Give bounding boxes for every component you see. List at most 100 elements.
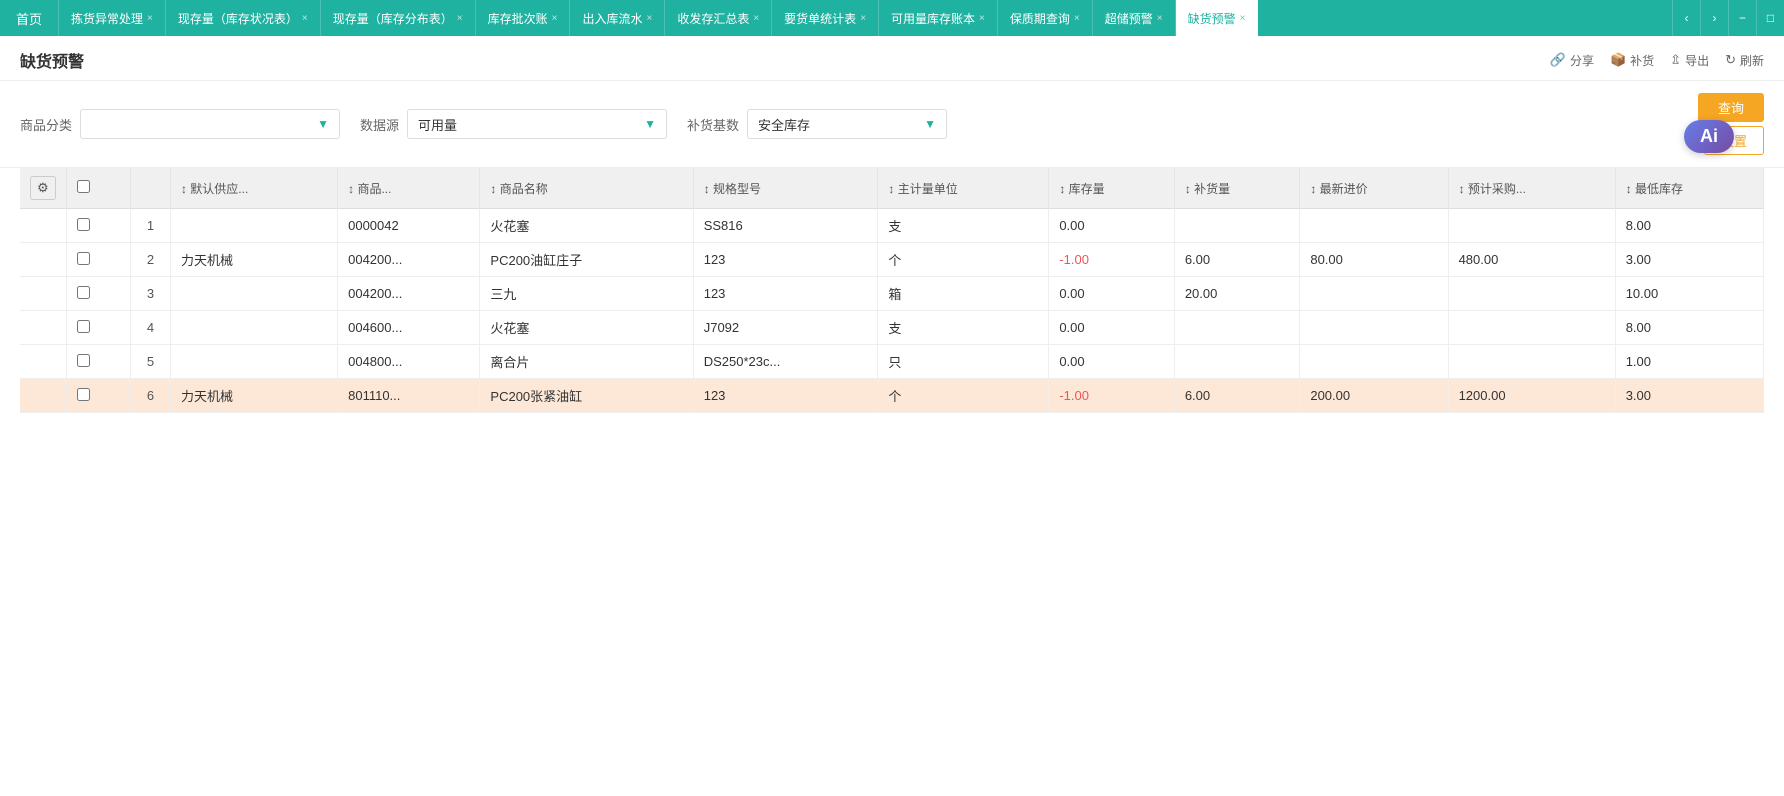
- col-spec-model: ↕ 规格型号: [693, 168, 878, 209]
- filter-data-source: 数据源 可用量 ▼: [360, 109, 667, 139]
- tab-8-close[interactable]: ×: [979, 13, 985, 24]
- tab-next-btn[interactable]: ›: [1700, 0, 1728, 36]
- row-num: 4: [130, 311, 170, 345]
- row-checkbox[interactable]: [77, 354, 90, 367]
- tab-7[interactable]: 要货单统计表 ×: [772, 0, 879, 36]
- data-table: ⚙ ↕ 默认供应... ↕ 商品... ↕ 商品名称: [20, 168, 1764, 413]
- tab-bar: 首页 拣货异常处理 × 现存量（库存状况表） × 现存量（库存分布表） × 库存…: [0, 0, 1784, 36]
- col-product-code: ↕ 商品...: [338, 168, 480, 209]
- tab-4-close[interactable]: ×: [552, 13, 558, 24]
- filter-product-category: 商品分类 ▼: [20, 109, 340, 139]
- query-button[interactable]: 查询: [1698, 93, 1764, 122]
- tab-1-close[interactable]: ×: [147, 13, 153, 24]
- row-est-purchase: 480.00: [1448, 243, 1615, 277]
- row-default-supplier: [170, 345, 337, 379]
- row-min-stock: 8.00: [1615, 311, 1763, 345]
- row-latest-price: [1300, 277, 1448, 311]
- tab-3[interactable]: 现存量（库存分布表） ×: [321, 0, 476, 36]
- supplement-button[interactable]: 📦 补货: [1610, 52, 1654, 69]
- col-supplement-qty: ↕ 补货量: [1174, 168, 1300, 209]
- tab-home[interactable]: 首页: [0, 0, 59, 36]
- row-unit: 支: [878, 311, 1049, 345]
- export-button[interactable]: ⇫ 导出: [1670, 52, 1709, 69]
- row-checkbox[interactable]: [77, 320, 90, 333]
- row-product-name: PC200张紧油缸: [480, 379, 693, 413]
- row-stock-qty: 0.00: [1049, 311, 1175, 345]
- col-est-purchase: ↕ 预计采购...: [1448, 168, 1615, 209]
- tab-11-close[interactable]: ×: [1240, 13, 1246, 24]
- row-latest-price: 200.00: [1300, 379, 1448, 413]
- share-icon: 🔗: [1550, 52, 1566, 68]
- row-supplement-qty: [1174, 311, 1300, 345]
- tab-1[interactable]: 拣货异常处理 ×: [59, 0, 166, 36]
- row-latest-price: 80.00: [1300, 243, 1448, 277]
- row-est-purchase: [1448, 345, 1615, 379]
- tab-3-close[interactable]: ×: [457, 13, 463, 24]
- row-min-stock: 1.00: [1615, 345, 1763, 379]
- tab-5[interactable]: 出入库流水 ×: [570, 0, 665, 36]
- row-product-code: 004200...: [338, 243, 480, 277]
- page-content: 缺货预警 🔗 分享 📦 补货 ⇫ 导出 ↻ 刷新 商品分类: [0, 36, 1784, 796]
- product-category-label: 商品分类: [20, 115, 72, 134]
- row-num: 1: [130, 209, 170, 243]
- table-row: 1 0000042 火花塞 SS816 支 0.00 8.00: [20, 209, 1764, 243]
- tab-9[interactable]: 保质期查询 ×: [998, 0, 1093, 36]
- row-min-stock: 8.00: [1615, 209, 1763, 243]
- row-checkbox-cell: [66, 311, 130, 345]
- replenishment-base-arrow: ▼: [924, 117, 936, 131]
- tab-5-close[interactable]: ×: [646, 13, 652, 24]
- col-stock-qty: ↕ 库存量: [1049, 168, 1175, 209]
- tab-9-close[interactable]: ×: [1074, 13, 1080, 24]
- row-checkbox[interactable]: [77, 218, 90, 231]
- row-stock-qty: 0.00: [1049, 209, 1175, 243]
- tab-10-close[interactable]: ×: [1157, 13, 1163, 24]
- page-title: 缺货预警: [20, 48, 1550, 72]
- tab-minimize-btn[interactable]: −: [1728, 0, 1756, 36]
- data-source-select[interactable]: 可用量 ▼: [407, 109, 667, 139]
- row-num: 2: [130, 243, 170, 277]
- replenishment-base-select[interactable]: 安全库存 ▼: [747, 109, 947, 139]
- tab-4[interactable]: 库存批次账 ×: [476, 0, 571, 36]
- tab-8[interactable]: 可用量库存账本 ×: [879, 0, 998, 36]
- tab-11[interactable]: 缺货预警 ×: [1176, 0, 1259, 36]
- ai-badge[interactable]: Ai: [1684, 120, 1734, 153]
- row-checkbox[interactable]: [77, 388, 90, 401]
- tab-2[interactable]: 现存量（库存状况表） ×: [166, 0, 321, 36]
- row-spec-model: 123: [693, 243, 878, 277]
- row-product-code: 801110...: [338, 379, 480, 413]
- refresh-button[interactable]: ↻ 刷新: [1725, 52, 1764, 69]
- row-checkbox[interactable]: [77, 286, 90, 299]
- row-stock-qty: -1.00: [1049, 379, 1175, 413]
- table-container: ⚙ ↕ 默认供应... ↕ 商品... ↕ 商品名称: [0, 168, 1784, 413]
- table-row: 6 力天机械 801110... PC200张紧油缸 123 个 -1.00 6…: [20, 379, 1764, 413]
- row-checkbox-cell: [66, 243, 130, 277]
- tab-6-close[interactable]: ×: [753, 13, 759, 24]
- tab-6[interactable]: 收发存汇总表 ×: [665, 0, 772, 36]
- tab-maximize-btn[interactable]: □: [1756, 0, 1784, 36]
- row-product-code: 004800...: [338, 345, 480, 379]
- tab-7-close[interactable]: ×: [860, 13, 866, 24]
- tab-prev-btn[interactable]: ‹: [1672, 0, 1700, 36]
- row-checkbox-cell: [66, 277, 130, 311]
- row-unit: 箱: [878, 277, 1049, 311]
- page-header: 缺货预警 🔗 分享 📦 补货 ⇫ 导出 ↻ 刷新: [0, 36, 1784, 81]
- row-checkbox[interactable]: [77, 252, 90, 265]
- row-num: 5: [130, 345, 170, 379]
- row-latest-price: [1300, 311, 1448, 345]
- share-button[interactable]: 🔗 分享: [1550, 52, 1594, 69]
- tab-10[interactable]: 超储预警 ×: [1093, 0, 1176, 36]
- product-category-select[interactable]: ▼: [80, 109, 340, 139]
- row-stock-qty: -1.00: [1049, 243, 1175, 277]
- row-est-purchase: [1448, 277, 1615, 311]
- replenishment-base-label: 补货基数: [687, 115, 739, 134]
- col-default-supplier: ↕ 默认供应...: [170, 168, 337, 209]
- gear-settings-btn[interactable]: ⚙: [30, 176, 56, 200]
- row-supplement-qty: [1174, 345, 1300, 379]
- tab-2-close[interactable]: ×: [302, 13, 308, 24]
- export-icon: ⇫: [1670, 52, 1681, 68]
- table-row: 4 004600... 火花塞 J7092 支 0.00 8.00: [20, 311, 1764, 345]
- row-min-stock: 3.00: [1615, 243, 1763, 277]
- select-all-checkbox[interactable]: [77, 180, 90, 193]
- row-spec-model: 123: [693, 379, 878, 413]
- row-est-purchase: [1448, 311, 1615, 345]
